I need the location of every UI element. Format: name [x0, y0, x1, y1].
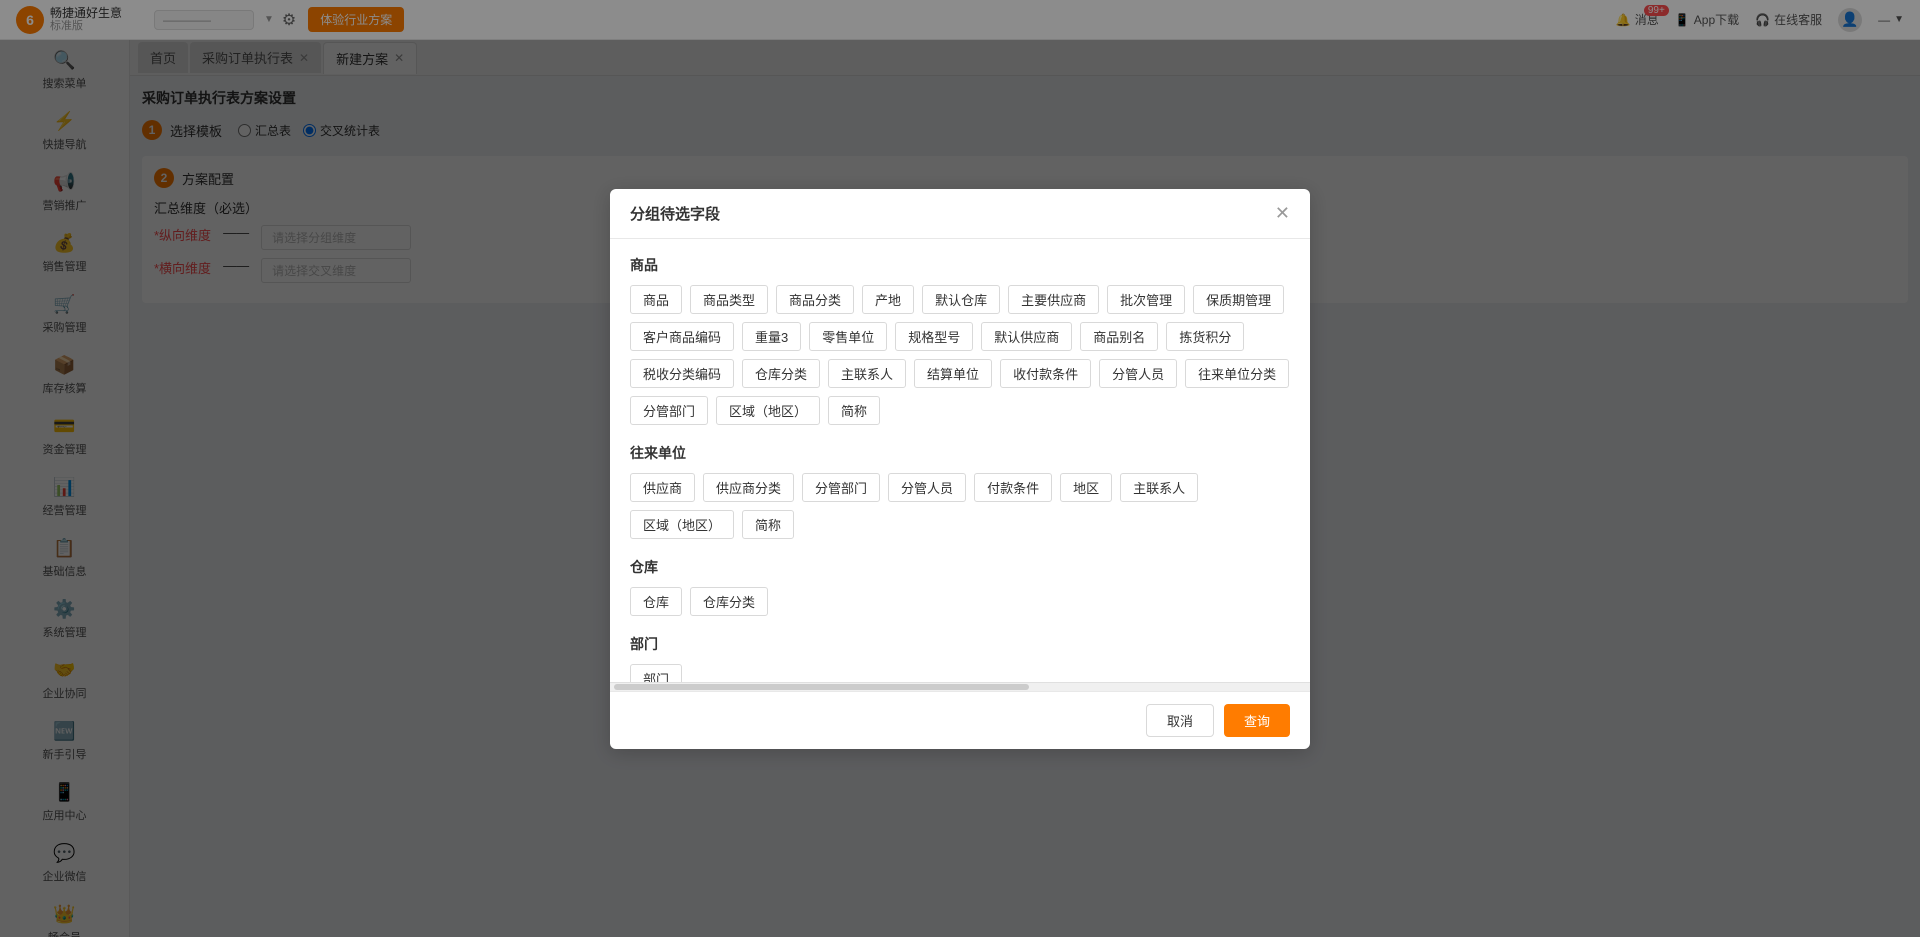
field-tag-1-1[interactable]: 供应商分类 — [703, 473, 794, 502]
field-tag-0-19[interactable]: 收付款条件 — [1000, 359, 1091, 388]
field-tag-0-17[interactable]: 主联系人 — [828, 359, 906, 388]
field-tag-0-12[interactable]: 默认供应商 — [981, 322, 1072, 351]
field-tag-2-1[interactable]: 仓库分类 — [690, 587, 768, 616]
field-tag-0-9[interactable]: 重量3 — [742, 322, 801, 351]
field-tag-1-3[interactable]: 分管人员 — [888, 473, 966, 502]
field-tag-1-4[interactable]: 付款条件 — [974, 473, 1052, 502]
field-tag-0-13[interactable]: 商品别名 — [1080, 322, 1158, 351]
hscroll-thumb — [614, 684, 1029, 690]
field-tag-1-7[interactable]: 区域（地区） — [630, 510, 734, 539]
field-tag-0-18[interactable]: 结算单位 — [914, 359, 992, 388]
field-section-2: 仓库仓库仓库分类 — [630, 557, 1290, 616]
field-tag-0-4[interactable]: 默认仓库 — [922, 285, 1000, 314]
modal-overlay: 分组待选字段 ✕ 商品商品商品类型商品分类产地默认仓库主要供应商批次管理保质期管… — [0, 0, 1920, 937]
field-tag-1-8[interactable]: 简称 — [742, 510, 794, 539]
field-tag-0-5[interactable]: 主要供应商 — [1008, 285, 1099, 314]
section-title-0: 商品 — [630, 255, 1290, 275]
field-tag-1-2[interactable]: 分管部门 — [802, 473, 880, 502]
field-tag-0-14[interactable]: 拣货积分 — [1166, 322, 1244, 351]
section-title-2: 仓库 — [630, 557, 1290, 577]
field-tag-0-10[interactable]: 零售单位 — [809, 322, 887, 351]
field-tag-0-0[interactable]: 商品 — [630, 285, 682, 314]
field-section-0: 商品商品商品类型商品分类产地默认仓库主要供应商批次管理保质期管理客户商品编码重量… — [630, 255, 1290, 425]
modal-header: 分组待选字段 ✕ — [610, 189, 1310, 239]
modal-footer: 取消 查询 — [610, 691, 1310, 749]
field-tag-0-23[interactable]: 区域（地区） — [716, 396, 820, 425]
field-tag-0-2[interactable]: 商品分类 — [776, 285, 854, 314]
field-tag-0-21[interactable]: 往来单位分类 — [1185, 359, 1289, 388]
modal-body: 商品商品商品类型商品分类产地默认仓库主要供应商批次管理保质期管理客户商品编码重量… — [610, 239, 1310, 683]
confirm-button[interactable]: 查询 — [1224, 704, 1290, 737]
section-title-3: 部门 — [630, 634, 1290, 654]
field-tag-0-20[interactable]: 分管人员 — [1099, 359, 1177, 388]
field-tags-3: 部门 — [630, 664, 1290, 683]
modal-close-icon[interactable]: ✕ — [1275, 203, 1290, 224]
field-selection-modal: 分组待选字段 ✕ 商品商品商品类型商品分类产地默认仓库主要供应商批次管理保质期管… — [610, 189, 1310, 749]
field-tag-0-1[interactable]: 商品类型 — [690, 285, 768, 314]
field-tag-1-0[interactable]: 供应商 — [630, 473, 695, 502]
modal-title: 分组待选字段 — [630, 203, 720, 224]
field-tag-0-22[interactable]: 分管部门 — [630, 396, 708, 425]
field-tag-0-15[interactable]: 税收分类编码 — [630, 359, 734, 388]
field-tag-2-0[interactable]: 仓库 — [630, 587, 682, 616]
field-tag-1-5[interactable]: 地区 — [1060, 473, 1112, 502]
field-tag-0-7[interactable]: 保质期管理 — [1193, 285, 1284, 314]
cancel-button[interactable]: 取消 — [1146, 704, 1214, 737]
field-tags-1: 供应商供应商分类分管部门分管人员付款条件地区主联系人区域（地区） 简称 — [630, 473, 1290, 539]
modal-horizontal-scrollbar[interactable] — [610, 682, 1310, 690]
field-tags-0: 商品商品类型商品分类产地默认仓库主要供应商批次管理保质期管理客户商品编码重量3 零… — [630, 285, 1290, 425]
field-tag-3-0[interactable]: 部门 — [630, 664, 682, 683]
field-tag-0-24[interactable]: 简称 — [828, 396, 880, 425]
field-section-1: 往来单位供应商供应商分类分管部门分管人员付款条件地区主联系人区域（地区） 简称 — [630, 443, 1290, 539]
field-section-3: 部门部门 — [630, 634, 1290, 683]
field-tag-0-6[interactable]: 批次管理 — [1107, 285, 1185, 314]
field-tag-0-8[interactable]: 客户商品编码 — [630, 322, 734, 351]
section-title-1: 往来单位 — [630, 443, 1290, 463]
field-tag-0-16[interactable]: 仓库分类 — [742, 359, 820, 388]
field-tag-1-6[interactable]: 主联系人 — [1120, 473, 1198, 502]
field-tag-0-3[interactable]: 产地 — [862, 285, 914, 314]
field-tag-0-11[interactable]: 规格型号 — [895, 322, 973, 351]
field-tags-2: 仓库仓库分类 — [630, 587, 1290, 616]
